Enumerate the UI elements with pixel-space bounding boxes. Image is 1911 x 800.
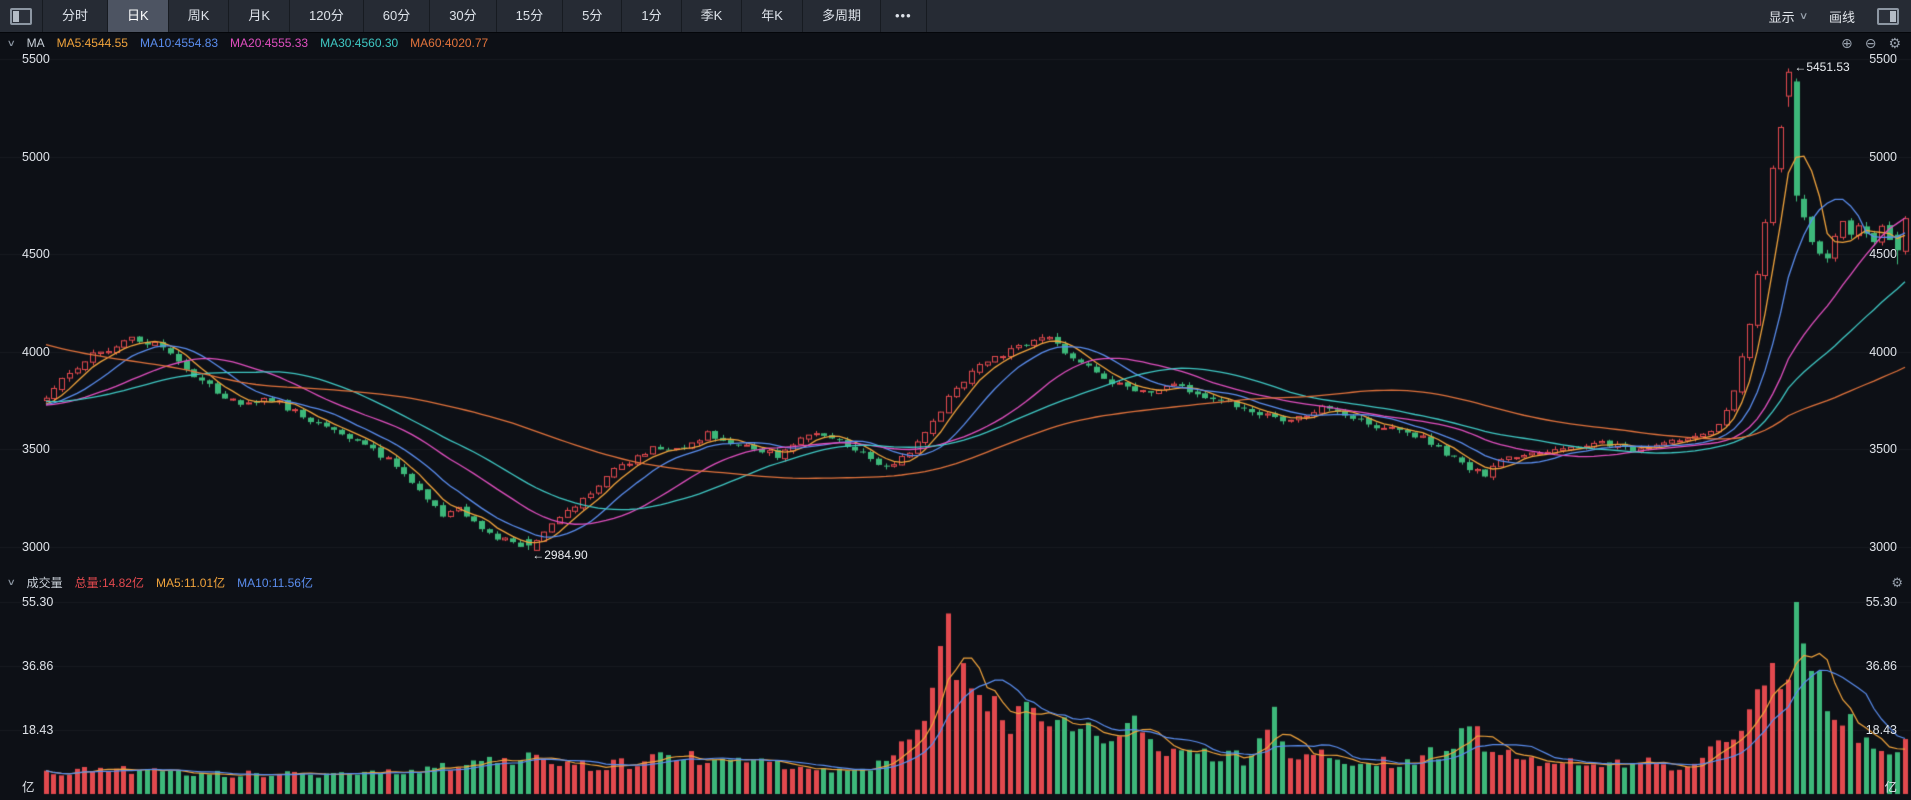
axis-label: 4000: [22, 345, 50, 359]
tab-周K[interactable]: 周K: [169, 0, 230, 32]
tab-日K[interactable]: 日K: [108, 0, 169, 32]
kline-canvas[interactable]: [0, 33, 1911, 800]
axis-label: 3500: [22, 442, 50, 456]
ma-values: MA5:4544.55 MA10:4554.83 MA20:4555.33 MA30:…: [57, 36, 501, 50]
price-annotation: ←2984.90: [532, 548, 587, 562]
tab-年K[interactable]: 年K: [742, 0, 803, 32]
tab-60分[interactable]: 60分: [364, 0, 430, 32]
ma-legend: ∨ MA MA5:4544.55 MA10:4554.83 MA20:4555.33…: [8, 36, 500, 50]
tab-120分[interactable]: 120分: [290, 0, 364, 32]
ma-legend-value: MA60:4020.77: [410, 36, 488, 50]
display-dropdown[interactable]: 显示 ∨: [1769, 7, 1807, 26]
ma-indicator-label[interactable]: MA: [27, 36, 45, 50]
axis-label: 4500: [1869, 247, 1897, 261]
tab-分时[interactable]: 分时: [43, 0, 108, 32]
zoom-out-icon[interactable]: ⊖: [1865, 35, 1877, 52]
display-label: 显示: [1769, 7, 1795, 26]
axis-label: 3000: [1869, 540, 1897, 554]
axis-label: 55.30: [1866, 595, 1897, 609]
collapse-volume-icon[interactable]: ∨: [7, 577, 16, 588]
tab-30分[interactable]: 30分: [430, 0, 496, 32]
volume-legend-value: MA10:11.56亿: [237, 576, 313, 590]
toolbar-right: 显示 ∨ 画线: [1769, 0, 1911, 32]
axis-label: 4500: [22, 247, 50, 261]
period-tabs: 分时日K周K月K120分60分30分15分5分1分季K年K多周期•••: [43, 0, 927, 32]
tab-多周期[interactable]: 多周期: [803, 0, 881, 32]
tab-1分[interactable]: 1分: [622, 0, 681, 32]
axis-label: 55.30: [22, 595, 53, 609]
axis-label: 5000: [22, 150, 50, 164]
axis-label: 5500: [22, 52, 50, 66]
axis-label: 18.43: [1866, 723, 1897, 737]
draw-line-label: 画线: [1829, 7, 1855, 26]
tab-季K[interactable]: 季K: [682, 0, 743, 32]
chart-area: ∨ MA MA5:4544.55 MA10:4554.83 MA20:4555.33…: [0, 33, 1911, 800]
tab-月K[interactable]: 月K: [229, 0, 290, 32]
panel-left-toggle[interactable]: [0, 0, 43, 32]
volume-legend: ∨ 成交量 总量:14.82亿 MA5:11.01亿 MA10:11.56亿 ⚙: [8, 574, 1903, 591]
volume-values: 总量:14.82亿 MA5:11.01亿 MA10:11.56亿: [75, 574, 325, 591]
collapse-ma-icon[interactable]: ∨: [7, 38, 16, 49]
volume-legend-value: MA5:11.01亿: [156, 576, 225, 590]
axis-label: 亿: [1884, 777, 1897, 796]
axis-label: 36.86: [22, 659, 53, 673]
panel-left-icon: [10, 8, 32, 25]
axis-label: 3500: [1869, 442, 1897, 456]
panel-right-icon: [1877, 8, 1899, 25]
axis-label: 亿: [22, 777, 35, 796]
axis-label: 18.43: [22, 723, 53, 737]
axis-label: 4000: [1869, 345, 1897, 359]
price-annotation: ←5451.53: [1794, 60, 1849, 74]
ma-legend-value: MA30:4560.30: [320, 36, 398, 50]
panel-right-toggle[interactable]: [1877, 8, 1899, 25]
more-periods-button[interactable]: •••: [881, 0, 927, 32]
axis-label: 5000: [1869, 150, 1897, 164]
axis-label: 36.86: [1866, 659, 1897, 673]
settings-gear-icon[interactable]: ⚙: [1888, 35, 1901, 52]
ma-legend-value: MA10:4554.83: [140, 36, 218, 50]
volume-settings-gear-icon[interactable]: ⚙: [1891, 575, 1903, 591]
axis-label: 5500: [1869, 52, 1897, 66]
chevron-down-icon: ∨: [1799, 11, 1809, 22]
tab-15分[interactable]: 15分: [497, 0, 563, 32]
volume-title[interactable]: 成交量: [27, 574, 63, 591]
chart-tools: ⊕ ⊖ ⚙: [1841, 35, 1901, 52]
period-toolbar: 分时日K周K月K120分60分30分15分5分1分季K年K多周期••• 显示 ∨…: [0, 0, 1911, 33]
kline-app: 分时日K周K月K120分60分30分15分5分1分季K年K多周期••• 显示 ∨…: [0, 0, 1911, 800]
volume-legend-value: 总量:14.82亿: [75, 576, 144, 590]
ma-legend-value: MA20:4555.33: [230, 36, 308, 50]
axis-label: 3000: [22, 540, 50, 554]
tab-5分[interactable]: 5分: [563, 0, 622, 32]
ma-legend-value: MA5:4544.55: [57, 36, 128, 50]
zoom-in-icon[interactable]: ⊕: [1841, 35, 1853, 52]
draw-line-button[interactable]: 画线: [1829, 7, 1855, 26]
